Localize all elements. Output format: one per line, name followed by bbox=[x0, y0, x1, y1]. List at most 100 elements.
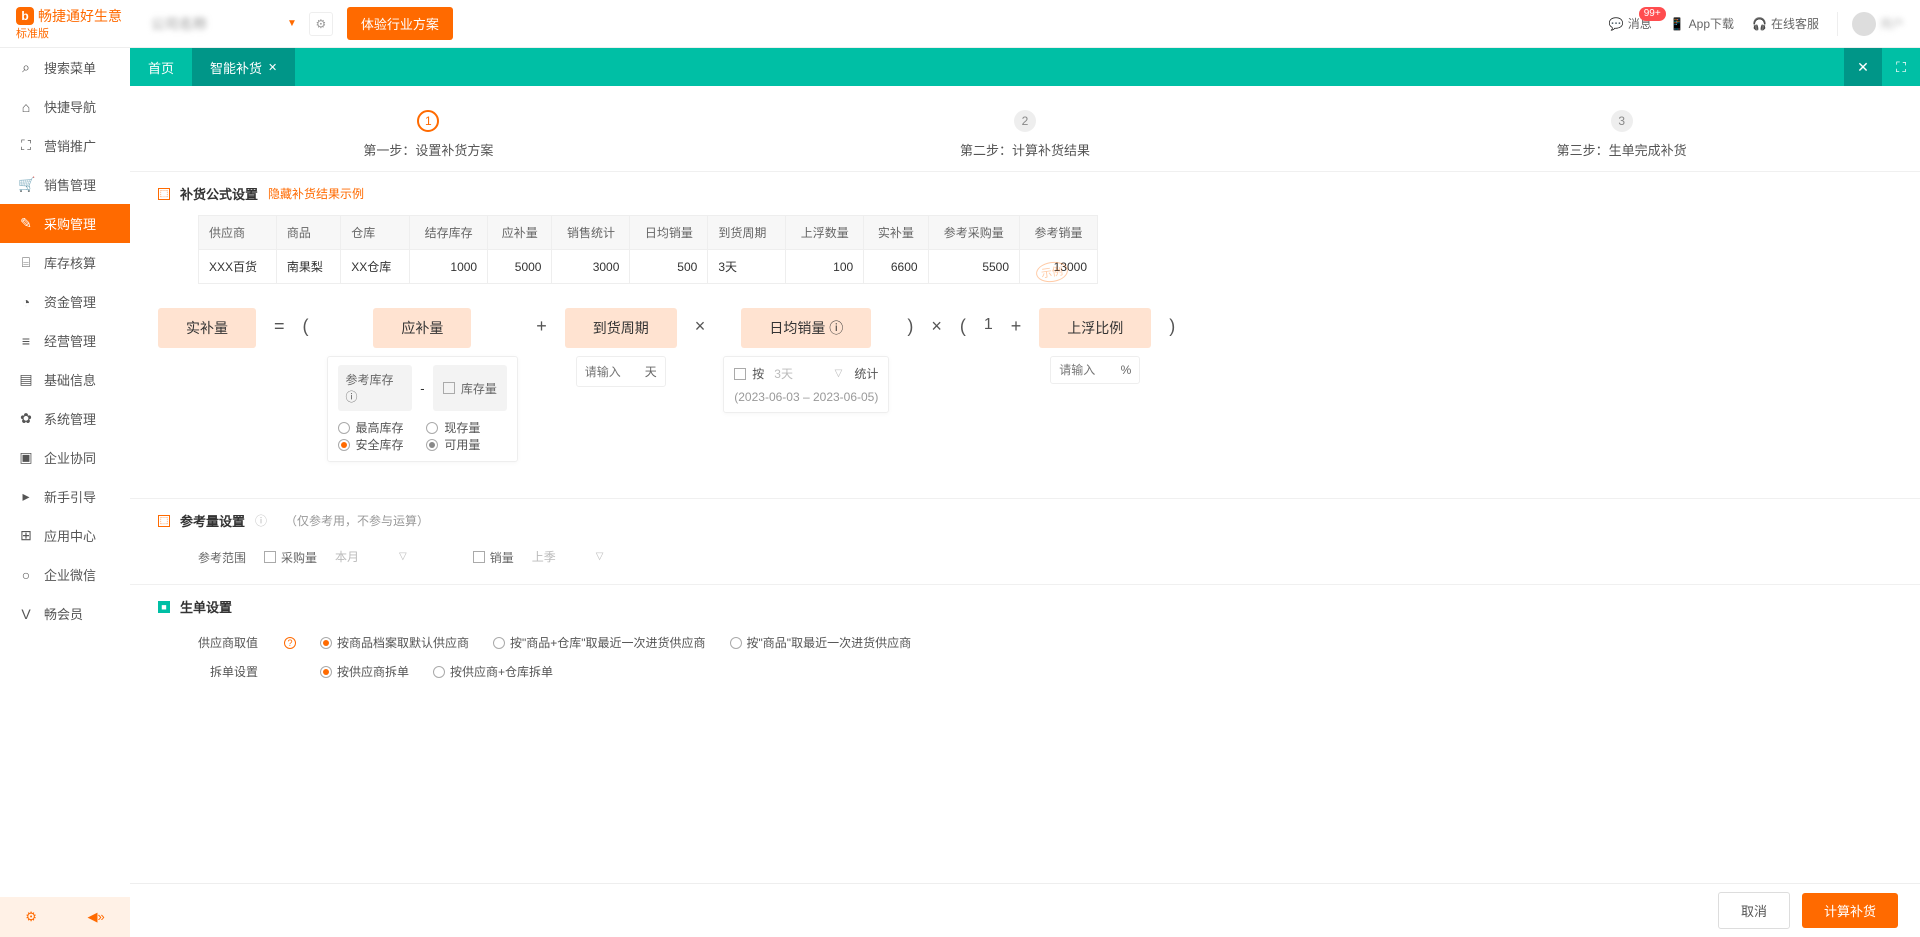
tab-smart-restock[interactable]: 智能补货 ✕ bbox=[192, 48, 295, 86]
nav-icon: V bbox=[18, 606, 34, 622]
user-menu[interactable]: 用户 bbox=[1837, 12, 1904, 36]
sidebar-item-label: 新手引导 bbox=[44, 487, 96, 506]
chip-should: 应补量 bbox=[373, 308, 471, 348]
collapse-icon[interactable]: ◀» bbox=[87, 909, 104, 925]
chevron-down-icon[interactable]: ▼ bbox=[287, 18, 297, 29]
sidebar-item-7[interactable]: ≡经营管理 bbox=[0, 321, 130, 360]
sidebar-item-label: 畅会员 bbox=[44, 604, 83, 623]
top-header: b 畅捷通好生意 标准版 公司名称 ▼ ⚙ 体验行业方案 💬 消息 99+ 📱 … bbox=[0, 0, 1920, 48]
sidebar-item-2[interactable]: ⛶营销推广 bbox=[0, 126, 130, 165]
cancel-button[interactable]: 取消 bbox=[1718, 892, 1790, 929]
sidebar-item-12[interactable]: ⊞ 应用中心 bbox=[0, 516, 130, 555]
nav-icon: ✎ bbox=[18, 215, 34, 232]
formula-section: ⬚ 补货公式设置 隐藏补货结果示例 供应商商品仓库结存库存应补量销售统计日均销量… bbox=[130, 171, 1920, 498]
app-download-button[interactable]: 📱 App下载 bbox=[1670, 15, 1734, 32]
industry-plan-button[interactable]: 体验行业方案 bbox=[347, 7, 453, 40]
order-section: ■ 生单设置 供应商取值 ? 按商品档案取默认供应商 按"商品+仓库"取最近一次… bbox=[130, 584, 1920, 698]
compute-button[interactable]: 计算补货 bbox=[1802, 893, 1898, 928]
section-icon: ■ bbox=[158, 601, 170, 613]
purchase-period-select[interactable]: 本月▽ bbox=[335, 548, 407, 566]
sidebar-item-0[interactable]: ⌕ 搜索菜单 bbox=[0, 48, 130, 87]
sidebar-item-6[interactable]: ◔资金管理 bbox=[0, 282, 130, 321]
sidebar-item-14[interactable]: V 畅会员 bbox=[0, 594, 130, 633]
tab-close-all-button[interactable]: ✕ bbox=[1844, 48, 1882, 86]
sidebar-item-9[interactable]: ✿ 系统管理 bbox=[0, 399, 130, 438]
sidebar-item-1[interactable]: ⌂快捷导航 bbox=[0, 87, 130, 126]
chip-actual: 实补量 bbox=[158, 308, 256, 348]
chip-daily: 日均销量 ⓘ bbox=[741, 308, 871, 348]
daily-input-group: 按 3天 ▽ 统计 (2023-06-03 – 2023-06-05) bbox=[723, 356, 889, 413]
message-icon: 💬 bbox=[1609, 17, 1624, 31]
sidebar-footer: ⚙ ◀» bbox=[0, 897, 130, 937]
avatar bbox=[1852, 12, 1876, 36]
fullscreen-icon[interactable]: ⛶ bbox=[1882, 48, 1920, 86]
sidebar-item-5[interactable]: ⌸ 库存核算 bbox=[0, 243, 130, 282]
company-select[interactable]: 公司名称 bbox=[151, 14, 207, 34]
sidebar-item-label: 经营管理 bbox=[44, 331, 96, 350]
split-opt-2[interactable]: 按供应商+仓库拆单 bbox=[433, 663, 553, 680]
nav-icon: ✿ bbox=[18, 410, 34, 427]
section-icon: ⬚ bbox=[158, 515, 170, 527]
steps: 1 第一步：设置补货方案 2 第二步：计算补货结果 3 第三步：生单完成补货 bbox=[130, 86, 1920, 171]
sidebar-item-label: 库存核算 bbox=[44, 253, 96, 272]
chip-arrival: 到货周期 bbox=[565, 308, 677, 348]
supplier-opt-3[interactable]: 按"商品"取最近一次进货供应商 bbox=[730, 634, 912, 651]
nav-icon: ⌂ bbox=[18, 99, 34, 115]
tab-home[interactable]: 首页 bbox=[130, 48, 192, 86]
close-icon[interactable]: ✕ bbox=[268, 61, 277, 74]
section-icon: ⬚ bbox=[158, 188, 170, 200]
formula-row: 实补量 = ( 应补量 参考库存 ⓘ - 库存量 bbox=[158, 292, 1892, 486]
online-service-button[interactable]: 🎧 在线客服 bbox=[1752, 15, 1819, 32]
nav-icon: ▸ bbox=[18, 488, 34, 505]
sidebar-item-label: 系统管理 bbox=[44, 409, 96, 428]
phone-icon: 📱 bbox=[1670, 17, 1685, 31]
ref-stock-label: 参考库存 ⓘ bbox=[338, 365, 413, 411]
sidebar-item-4[interactable]: ✎ 采购管理 bbox=[0, 204, 130, 243]
stock-amount-check[interactable]: 库存量 bbox=[433, 365, 508, 411]
messages-badge: 99+ bbox=[1639, 7, 1666, 21]
sidebar-item-13[interactable]: ○企业微信 bbox=[0, 555, 130, 594]
date-range: (2023-06-03 – 2023-06-05) bbox=[734, 390, 878, 404]
logo-subtitle: 标准版 bbox=[16, 25, 131, 41]
logo-text: 畅捷通好生意 bbox=[38, 6, 122, 26]
sales-period-select[interactable]: 上季▽ bbox=[532, 548, 604, 566]
radio-current-stock[interactable]: 现存量 bbox=[426, 419, 507, 436]
help-icon[interactable]: ⓘ bbox=[255, 512, 267, 529]
sales-check[interactable]: 销量 bbox=[473, 549, 514, 566]
sidebar-item-3[interactable]: 🛒销售管理 bbox=[0, 165, 130, 204]
messages-button[interactable]: 💬 消息 99+ bbox=[1609, 15, 1652, 32]
sidebar-item-label: 应用中心 bbox=[44, 526, 96, 545]
chevron-down-icon[interactable]: ▽ bbox=[835, 368, 843, 379]
sidebar-item-label: 搜索菜单 bbox=[44, 58, 96, 77]
sidebar-item-label: 企业微信 bbox=[44, 565, 96, 584]
chip-float: 上浮比例 bbox=[1039, 308, 1151, 348]
logo-icon: b bbox=[16, 7, 34, 25]
hide-example-link[interactable]: 隐藏补货结果示例 bbox=[268, 185, 364, 202]
arrival-input[interactable]: 天 bbox=[576, 356, 666, 387]
step-3: 3 第三步：生单完成补货 bbox=[1323, 110, 1920, 159]
gear-icon[interactable]: ⚙ bbox=[309, 12, 333, 36]
nav-icon: ▤ bbox=[18, 371, 34, 388]
help-icon[interactable]: ? bbox=[284, 637, 296, 649]
footer-bar: 取消 计算补货 bbox=[130, 883, 1920, 937]
float-input[interactable]: % bbox=[1050, 356, 1140, 384]
nav-icon: ⊞ bbox=[18, 527, 34, 544]
sidebar-item-11[interactable]: ▸ 新手引导 bbox=[0, 477, 130, 516]
sidebar-item-label: 采购管理 bbox=[44, 214, 96, 233]
sidebar-item-10[interactable]: ▣企业协同 bbox=[0, 438, 130, 477]
radio-safe-stock[interactable]: 安全库存 bbox=[338, 436, 419, 453]
nav-icon: ⌸ bbox=[18, 254, 34, 271]
sidebar-item-8[interactable]: ▤基础信息 bbox=[0, 360, 130, 399]
gear-icon[interactable]: ⚙ bbox=[25, 909, 37, 925]
supplier-opt-2[interactable]: 按"商品+仓库"取最近一次进货供应商 bbox=[493, 634, 706, 651]
radio-max-stock[interactable]: 最高库存 bbox=[338, 419, 419, 436]
step-2: 2 第二步：计算补货结果 bbox=[727, 110, 1324, 159]
radio-available-stock[interactable]: 可用量 bbox=[426, 436, 507, 453]
daily-by-check[interactable]: 按 3天 ▽ 统计 bbox=[734, 365, 878, 382]
split-opt-1[interactable]: 按供应商拆单 bbox=[320, 663, 409, 680]
nav-icon: ◔ bbox=[18, 294, 34, 310]
sidebar-item-label: 企业协同 bbox=[44, 448, 96, 467]
supplier-opt-1[interactable]: 按商品档案取默认供应商 bbox=[320, 634, 469, 651]
nav-icon: ⌕ bbox=[18, 59, 34, 76]
purchase-check[interactable]: 采购量 bbox=[264, 549, 317, 566]
